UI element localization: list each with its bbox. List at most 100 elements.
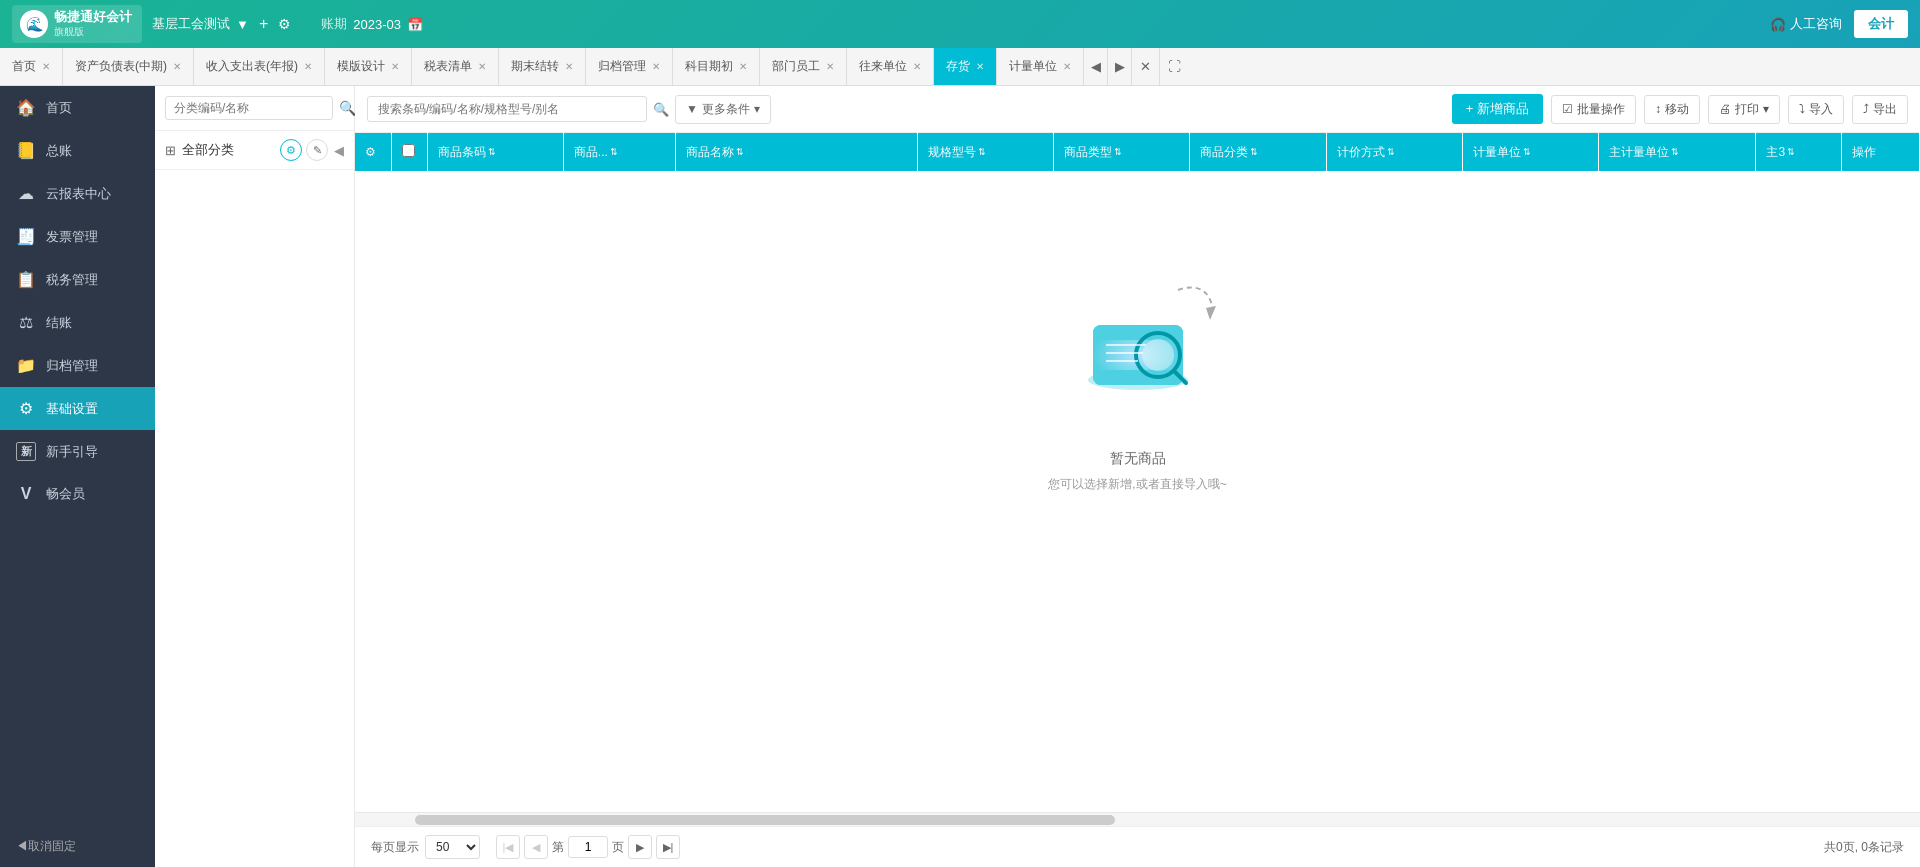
sidebar-item-close[interactable]: ⚖ 结账 (0, 301, 155, 344)
cancel-fixed-button[interactable]: ◀取消固定 (0, 826, 155, 867)
batch-operation-button[interactable]: ☑ 批量操作 (1551, 95, 1636, 124)
category-settings-button[interactable]: ⚙ (280, 139, 302, 161)
sidebar-item-archive[interactable]: 📁 归档管理 (0, 344, 155, 387)
th-checkbox[interactable] (391, 133, 427, 171)
tab-balance[interactable]: 资产负债表(中期) ✕ (63, 48, 194, 85)
tab-home-close[interactable]: ✕ (42, 61, 50, 72)
th-col3[interactable]: 主3 ⇅ (1756, 133, 1842, 171)
sort-name-icon[interactable]: ⇅ (736, 147, 744, 157)
th-main-unit[interactable]: 主计量单位 ⇅ (1599, 133, 1756, 171)
tab-home[interactable]: 首页 ✕ (0, 48, 63, 85)
tab-archive[interactable]: 归档管理 ✕ (586, 48, 673, 85)
balance-icon: ⚖ (16, 313, 36, 332)
th-price-method[interactable]: 计价方式 ⇅ (1326, 133, 1462, 171)
move-button[interactable]: ↕ 移动 (1644, 95, 1700, 124)
sort-price-icon[interactable]: ⇅ (1387, 147, 1395, 157)
company-selector[interactable]: 基层工会测试 ▼ (152, 15, 249, 33)
tab-partner[interactable]: 往来单位 ✕ (847, 48, 934, 85)
category-edit-button[interactable]: ✎ (306, 139, 328, 161)
tab-taxclear[interactable]: 税表清单 ✕ (412, 48, 499, 85)
add-product-button[interactable]: + 新增商品 (1452, 94, 1543, 124)
tab-period-end[interactable]: 期末结转 ✕ (499, 48, 586, 85)
tab-measure-close[interactable]: ✕ (1063, 61, 1071, 72)
tab-balance-close[interactable]: ✕ (173, 61, 181, 72)
page-prev-button[interactable]: ◀ (524, 835, 548, 859)
th-name[interactable]: 商品名称 ⇅ (676, 133, 918, 171)
page-input[interactable] (568, 836, 608, 858)
main-search-input[interactable] (367, 96, 647, 122)
import-button[interactable]: ⤵ 导入 (1788, 95, 1844, 124)
page-size-select[interactable]: 20 50 100 (425, 835, 480, 859)
tab-income-label: 收入支出表(年报) (206, 58, 298, 75)
page-next-button[interactable]: ▶ (628, 835, 652, 859)
sort-type-icon[interactable]: ⇅ (1114, 147, 1122, 157)
select-all-checkbox[interactable] (402, 144, 415, 157)
horizontal-scrollbar[interactable] (355, 812, 1920, 826)
kuaiji-button[interactable]: 会计 (1854, 10, 1908, 38)
tab-expand-button[interactable]: ⛶ (1160, 48, 1188, 86)
sidebar-item-basic[interactable]: ⚙ 基础设置 (0, 387, 155, 430)
print-button[interactable]: 🖨 打印 ▾ (1708, 95, 1780, 124)
tab-partner-close[interactable]: ✕ (913, 61, 921, 72)
sidebar-item-ledger[interactable]: 📒 总账 (0, 129, 155, 172)
sidebar-item-tax[interactable]: 📋 税务管理 (0, 258, 155, 301)
settings-icon[interactable]: ⚙ (278, 16, 291, 32)
sort-barcode-icon[interactable]: ⇅ (488, 147, 496, 157)
page-last-button[interactable]: ▶| (656, 835, 680, 859)
tab-dept[interactable]: 部门员工 ✕ (760, 48, 847, 85)
export-button[interactable]: ⤴ 导出 (1852, 95, 1908, 124)
tab-archive-close[interactable]: ✕ (652, 61, 660, 72)
filter-button[interactable]: ▼ 更多条件 ▾ (675, 95, 771, 124)
th-unit[interactable]: 计量单位 ⇅ (1463, 133, 1599, 171)
th-spec[interactable]: 规格型号 ⇅ (917, 133, 1053, 171)
tab-subject[interactable]: 科目期初 ✕ (673, 48, 760, 85)
tab-period-end-close[interactable]: ✕ (565, 61, 573, 72)
tab-income[interactable]: 收入支出表(年报) ✕ (194, 48, 325, 85)
tab-next-button[interactable]: ▶ (1108, 48, 1132, 86)
sidebar-item-vip[interactable]: V 畅会员 (0, 473, 155, 515)
sidebar-item-home[interactable]: 🏠 首页 (0, 86, 155, 129)
sidebar-vip-label: 畅会员 (46, 485, 85, 503)
calendar-icon[interactable]: 📅 (407, 17, 423, 32)
th-barcode[interactable]: 商品条码 ⇅ (427, 133, 563, 171)
grid-icon: ⊞ (165, 143, 176, 158)
tab-close-all-button[interactable]: ✕ (1132, 48, 1160, 86)
th-type-label: 商品类型 (1064, 144, 1112, 161)
sort-col3-icon[interactable]: ⇅ (1787, 147, 1795, 157)
sidebar-guide-label: 新手引导 (46, 443, 98, 461)
add-company-icon[interactable]: + (259, 15, 268, 33)
support-button[interactable]: 🎧 人工咨询 (1770, 15, 1842, 33)
sort-main-unit-icon[interactable]: ⇅ (1671, 147, 1679, 157)
tab-inventory-close[interactable]: ✕ (976, 61, 984, 72)
th-type[interactable]: 商品类型 ⇅ (1054, 133, 1190, 171)
tab-subject-close[interactable]: ✕ (739, 61, 747, 72)
tab-dept-close[interactable]: ✕ (826, 61, 834, 72)
th-settings[interactable]: ⚙ (355, 133, 391, 171)
tab-template-close[interactable]: ✕ (391, 61, 399, 72)
sort-code-icon[interactable]: ⇅ (610, 147, 618, 157)
h-scroll-thumb[interactable] (415, 815, 1115, 825)
th-code[interactable]: 商品... ⇅ (563, 133, 675, 171)
tab-prev-button[interactable]: ◀ (1084, 48, 1108, 86)
tab-template[interactable]: 模版设计 ✕ (325, 48, 412, 85)
page-first-button[interactable]: |◀ (496, 835, 520, 859)
sort-spec-icon[interactable]: ⇅ (978, 147, 986, 157)
category-search-button[interactable]: 🔍 (339, 100, 356, 116)
tab-taxclear-close[interactable]: ✕ (478, 61, 486, 72)
category-search-input[interactable] (165, 96, 333, 120)
sort-category-icon[interactable]: ⇅ (1250, 147, 1258, 157)
product-table: ⚙ 商品条码 ⇅ (355, 133, 1920, 171)
main-search-button[interactable]: 🔍 (653, 102, 669, 117)
tab-bar: 首页 ✕ 资产负债表(中期) ✕ 收入支出表(年报) ✕ 模版设计 ✕ 税表清单… (0, 48, 1920, 86)
col-settings-icon[interactable]: ⚙ (365, 145, 376, 159)
logo-area[interactable]: 🌊 畅捷通好会计 旗舰版 (12, 5, 142, 43)
tab-measure[interactable]: 计量单位 ✕ (997, 48, 1084, 85)
sidebar-item-report[interactable]: ☁ 云报表中心 (0, 172, 155, 215)
sidebar-item-guide[interactable]: 新 新手引导 (0, 430, 155, 473)
tab-income-close[interactable]: ✕ (304, 61, 312, 72)
tab-inventory[interactable]: 存货 ✕ (934, 48, 997, 85)
collapse-panel-button[interactable]: ◀ (334, 143, 344, 158)
sidebar-item-invoice[interactable]: 🧾 发票管理 (0, 215, 155, 258)
th-category[interactable]: 商品分类 ⇅ (1190, 133, 1326, 171)
sort-unit-icon[interactable]: ⇅ (1523, 147, 1531, 157)
